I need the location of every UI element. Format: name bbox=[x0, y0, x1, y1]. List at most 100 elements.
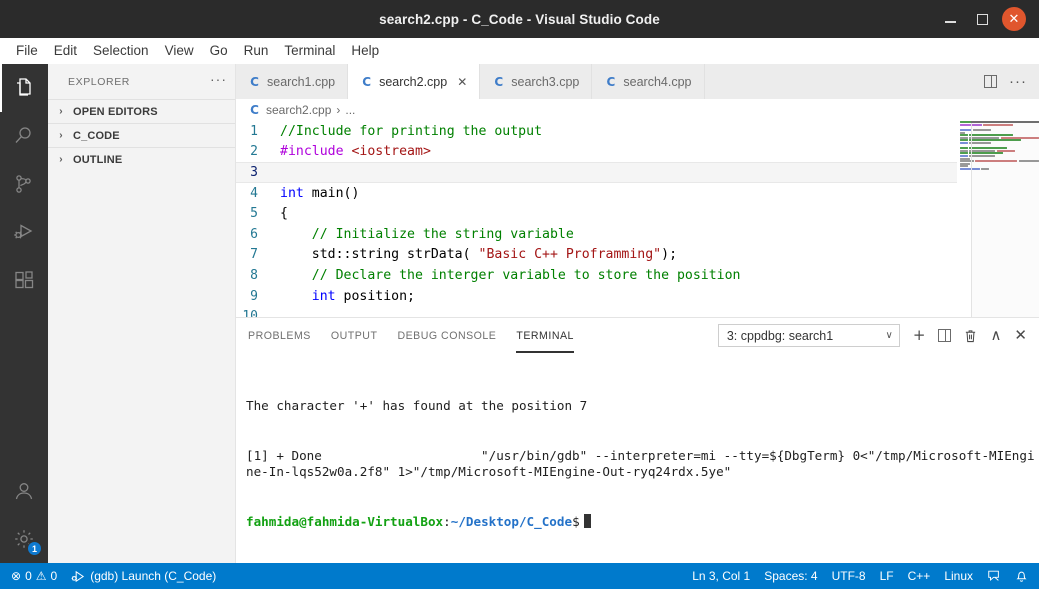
tab-label: search2.cpp bbox=[379, 74, 448, 89]
code-line[interactable]: 6 // Initialize the string variable bbox=[236, 224, 957, 245]
line-number: 3 bbox=[250, 164, 258, 180]
trash-icon[interactable] bbox=[964, 329, 977, 343]
new-terminal-icon[interactable]: + bbox=[913, 328, 926, 343]
tab-close-icon[interactable]: ✕ bbox=[457, 75, 467, 89]
menu-file[interactable]: File bbox=[8, 41, 46, 61]
terminal-selector[interactable]: 3: cppdbg: search1 ∨ bbox=[717, 324, 900, 347]
line-number: 1 bbox=[250, 123, 258, 139]
title-bar: search2.cpp - C_Code - Visual Studio Cod… bbox=[0, 0, 1039, 38]
menu-view[interactable]: View bbox=[157, 41, 202, 61]
menu-help[interactable]: Help bbox=[343, 41, 387, 61]
close-panel-icon[interactable]: ✕ bbox=[1014, 328, 1027, 343]
code-line[interactable]: 3 bbox=[236, 162, 957, 183]
line-number: 8 bbox=[250, 267, 258, 283]
sidebar-more-icon[interactable]: ··· bbox=[210, 72, 227, 89]
cpp-file-icon: C bbox=[494, 74, 504, 89]
code-lines[interactable]: 1 //Include for printing the output 2 #incl… bbox=[236, 121, 957, 317]
menu-edit[interactable]: Edit bbox=[46, 41, 85, 61]
activity-extensions[interactable] bbox=[0, 256, 48, 304]
terminal-line-1: The character '+' has found at the posit… bbox=[246, 398, 588, 413]
code-line[interactable]: 4 int main() bbox=[236, 183, 957, 204]
minimap[interactable] bbox=[957, 121, 1039, 317]
status-encoding[interactable]: UTF-8 bbox=[825, 563, 873, 589]
sidebar-section-outline[interactable]: › OUTLINE bbox=[48, 147, 235, 171]
editor-actions: ··· bbox=[972, 64, 1039, 99]
status-notifications[interactable] bbox=[1008, 563, 1035, 589]
tab-search3-cpp[interactable]: C search3.cpp bbox=[480, 64, 593, 99]
panel-tab-debug-console[interactable]: DEBUG CONSOLE bbox=[397, 320, 496, 352]
chevron-down-icon: ∨ bbox=[885, 330, 893, 341]
panel-tab-terminal[interactable]: TERMINAL bbox=[516, 320, 574, 353]
menu-selection[interactable]: Selection bbox=[85, 41, 157, 61]
status-indentation[interactable]: Spaces: 4 bbox=[757, 563, 824, 589]
menu-terminal[interactable]: Terminal bbox=[276, 41, 343, 61]
debug-icon bbox=[71, 570, 86, 583]
maximize-button[interactable] bbox=[967, 4, 997, 34]
bottom-panel: PROBLEMS OUTPUT DEBUG CONSOLE TERMINAL 3… bbox=[236, 317, 1039, 563]
breadcrumb-file[interactable]: search2.cpp bbox=[266, 103, 331, 117]
code-line[interactable]: 1 //Include for printing the output bbox=[236, 121, 957, 142]
activity-run-debug[interactable] bbox=[0, 208, 48, 256]
menu-run[interactable]: Run bbox=[236, 41, 277, 61]
run-debug-icon bbox=[14, 224, 33, 239]
breadcrumb-separator: › bbox=[336, 103, 341, 117]
activity-explorer[interactable] bbox=[0, 64, 48, 112]
cpp-file-icon: C bbox=[606, 74, 616, 89]
tab-label: search1.cpp bbox=[267, 74, 336, 89]
activity-accounts[interactable] bbox=[0, 467, 48, 515]
status-problems[interactable]: ⊗ 0 ⚠ 0 bbox=[4, 563, 64, 589]
code-editor[interactable]: 1 //Include for printing the output 2 #incl… bbox=[236, 121, 1039, 317]
chevron-right-icon: › bbox=[59, 130, 63, 141]
sidebar-section-open-editors[interactable]: › OPEN EDITORS bbox=[48, 99, 235, 123]
split-editor-icon[interactable] bbox=[984, 75, 997, 88]
line-content: { bbox=[280, 206, 288, 222]
error-count: 0 bbox=[25, 569, 32, 583]
breadcrumb-trailing[interactable]: ... bbox=[345, 103, 355, 117]
maximize-panel-icon[interactable]: ∧ bbox=[990, 328, 1001, 343]
status-eol[interactable]: LF bbox=[873, 563, 901, 589]
split-terminal-icon[interactable] bbox=[938, 329, 952, 342]
code-line[interactable]: 2 #include <iostream> bbox=[236, 142, 957, 163]
line-number: 9 bbox=[250, 288, 258, 304]
status-launch-config[interactable]: (gdb) Launch (C_Code) bbox=[64, 563, 223, 589]
status-feedback[interactable] bbox=[980, 563, 1008, 589]
breadcrumb: C search2.cpp › ... bbox=[236, 99, 1039, 121]
line-content: // Initialize the string variable bbox=[311, 226, 574, 242]
code-line[interactable]: 7 std::string strData( "Basic C++ Profra… bbox=[236, 245, 957, 266]
terminal-prompt: fahmida@fahmida-VirtualBox:~/Desktop/C_C… bbox=[246, 513, 1039, 531]
code-line[interactable]: 8 // Declare the interger variable to st… bbox=[236, 265, 957, 286]
code-line[interactable]: 5{ bbox=[236, 203, 957, 224]
terminal-selector-value: 3: cppdbg: search1 bbox=[726, 328, 834, 343]
editor-more-icon[interactable]: ··· bbox=[1009, 74, 1027, 89]
minimize-button[interactable] bbox=[935, 4, 965, 34]
terminal-prompt-sign: $ bbox=[572, 513, 580, 529]
tab-label: search3.cpp bbox=[511, 74, 580, 89]
activity-source-control[interactable] bbox=[0, 160, 48, 208]
line-number: 4 bbox=[250, 185, 258, 201]
sidebar-section-c-code[interactable]: › C_CODE bbox=[48, 123, 235, 147]
editor-group: C search1.cpp C search2.cpp ✕ C search3.… bbox=[236, 64, 1039, 563]
launch-label: (gdb) Launch (C_Code) bbox=[90, 569, 217, 583]
tab-search2-cpp[interactable]: C search2.cpp ✕ bbox=[348, 64, 481, 99]
status-language-mode[interactable]: C++ bbox=[901, 563, 938, 589]
line-content: #include <iostream> bbox=[280, 144, 431, 160]
code-line[interactable]: 9 int position; bbox=[236, 286, 957, 307]
menu-go[interactable]: Go bbox=[202, 41, 236, 61]
close-button[interactable]: ✕ bbox=[999, 4, 1029, 34]
minimap-slider[interactable] bbox=[971, 121, 1039, 317]
search-icon bbox=[15, 127, 31, 143]
panel-tab-problems[interactable]: PROBLEMS bbox=[248, 320, 311, 352]
activity-search[interactable] bbox=[0, 112, 48, 160]
files-icon bbox=[17, 78, 31, 96]
code-line[interactable]: 10 bbox=[236, 306, 957, 317]
bell-icon bbox=[1016, 571, 1027, 582]
workbench: 1 EXPLORER ··· › OPEN EDITORS › C_CODE ›… bbox=[0, 64, 1039, 563]
status-platform[interactable]: Linux bbox=[937, 563, 980, 589]
line-content: std::string strData( "Basic C++ Proframm… bbox=[280, 247, 678, 263]
status-line-col[interactable]: Ln 3, Col 1 bbox=[685, 563, 757, 589]
panel-tab-output[interactable]: OUTPUT bbox=[331, 320, 378, 352]
terminal-output[interactable]: The character '+' has found at the posit… bbox=[236, 353, 1039, 563]
activity-settings[interactable]: 1 bbox=[0, 515, 48, 563]
tab-search4-cpp[interactable]: C search4.cpp bbox=[592, 64, 705, 99]
tab-search1-cpp[interactable]: C search1.cpp bbox=[236, 64, 349, 99]
